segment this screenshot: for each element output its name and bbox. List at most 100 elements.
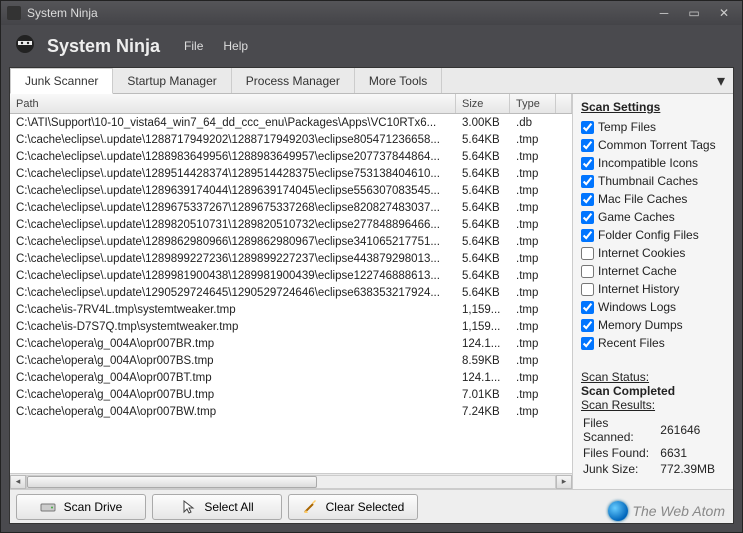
table-row[interactable]: C:\cache\is-D7S7Q.tmp\systemtweaker.tmp1… [10,318,572,335]
checkbox[interactable] [581,193,594,206]
table-row[interactable]: C:\cache\eclipse\.update\1288983649956\1… [10,148,572,165]
setting-mac-file-caches[interactable]: Mac File Caches [581,190,725,208]
setting-thumbnail-caches[interactable]: Thumbnail Caches [581,172,725,190]
cell-path: C:\cache\eclipse\.update\1290529724645\1… [10,287,456,299]
cell-type: .tmp [510,355,556,367]
pointer-icon [180,499,196,515]
scroll-thumb[interactable] [27,476,317,488]
checkbox[interactable] [581,211,594,224]
files-found-label: Files Found: [583,446,658,460]
col-path[interactable]: Path [10,94,456,113]
cell-path: C:\cache\opera\g_004A\opr007BR.tmp [10,338,456,350]
maximize-button[interactable]: ▭ [682,6,706,20]
cell-path: C:\cache\eclipse\.update\1289675337267\1… [10,202,456,214]
status-block: Scan Status: Scan Completed Scan Results… [581,370,725,478]
setting-label: Temp Files [598,120,656,134]
tab-more-tools[interactable]: More Tools [355,68,442,93]
setting-common-torrent-tags[interactable]: Common Torrent Tags [581,136,725,154]
select-all-button[interactable]: Select All [152,494,282,520]
table-row[interactable]: C:\cache\opera\g_004A\opr007BR.tmp124.1.… [10,335,572,352]
setting-windows-logs[interactable]: Windows Logs [581,298,725,316]
scroll-track[interactable] [26,475,556,489]
col-size[interactable]: Size [456,94,510,113]
cell-type: .tmp [510,253,556,265]
setting-recent-files[interactable]: Recent Files [581,334,725,352]
cell-type: .tmp [510,270,556,282]
scan-status-value: Scan Completed [581,384,725,398]
setting-internet-history[interactable]: Internet History [581,280,725,298]
cell-path: C:\cache\opera\g_004A\opr007BW.tmp [10,406,456,418]
cell-path: C:\ATI\Support\10-10_vista64_win7_64_dd_… [10,117,456,129]
tab-startup-manager[interactable]: Startup Manager [113,68,231,93]
cell-type: .db [510,117,556,129]
close-button[interactable]: ✕ [712,6,736,20]
cell-path: C:\cache\eclipse\.update\1289514428374\1… [10,168,456,180]
table-row[interactable]: C:\cache\eclipse\.update\1290529724645\1… [10,284,572,301]
horizontal-scrollbar[interactable]: ◂ ▸ [10,473,572,489]
cell-type: .tmp [510,202,556,214]
table-row[interactable]: C:\cache\eclipse\.update\1289862980966\1… [10,233,572,250]
table-row[interactable]: C:\cache\eclipse\.update\1289981900438\1… [10,267,572,284]
cell-type: .tmp [510,338,556,350]
setting-internet-cookies[interactable]: Internet Cookies [581,244,725,262]
table-row[interactable]: C:\cache\eclipse\.update\1289899227236\1… [10,250,572,267]
scan-settings-heading: Scan Settings [581,100,725,114]
scan-drive-label: Scan Drive [64,500,123,514]
checkbox[interactable] [581,175,594,188]
checkbox[interactable] [581,337,594,350]
tab-overflow-icon[interactable]: ▾ [709,68,733,93]
table-row[interactable]: C:\ATI\Support\10-10_vista64_win7_64_dd_… [10,114,572,131]
checkbox[interactable] [581,157,594,170]
table-row[interactable]: C:\cache\eclipse\.update\1289639174044\1… [10,182,572,199]
checkbox[interactable] [581,121,594,134]
table-row[interactable]: C:\cache\eclipse\.update\1289675337267\1… [10,199,572,216]
clear-selected-button[interactable]: Clear Selected [288,494,418,520]
setting-folder-config-files[interactable]: Folder Config Files [581,226,725,244]
tab-process-manager[interactable]: Process Manager [232,68,355,93]
cell-size: 5.64KB [456,253,510,265]
scroll-right-icon[interactable]: ▸ [556,475,572,489]
table-row[interactable]: C:\cache\is-7RV4L.tmp\systemtweaker.tmp1… [10,301,572,318]
setting-incompatible-icons[interactable]: Incompatible Icons [581,154,725,172]
cell-type: .tmp [510,389,556,401]
client-area: Junk Scanner Startup Manager Process Man… [9,67,734,524]
setting-label: Incompatible Icons [598,156,698,170]
menu-help[interactable]: Help [223,39,248,53]
checkbox[interactable] [581,265,594,278]
junk-size-value: 772.39MB [660,462,723,476]
scroll-left-icon[interactable]: ◂ [10,475,26,489]
drive-icon [40,499,56,515]
cell-path: C:\cache\opera\g_004A\opr007BU.tmp [10,389,456,401]
col-type[interactable]: Type [510,94,556,113]
table-row[interactable]: C:\cache\opera\g_004A\opr007BU.tmp7.01KB… [10,386,572,403]
table-row[interactable]: C:\cache\eclipse\.update\1288717949202\1… [10,131,572,148]
checkbox[interactable] [581,247,594,260]
cell-size: 124.1... [456,338,510,350]
table-row[interactable]: C:\cache\opera\g_004A\opr007BT.tmp124.1.… [10,369,572,386]
checkbox[interactable] [581,139,594,152]
minimize-button[interactable]: ─ [652,6,676,20]
setting-game-caches[interactable]: Game Caches [581,208,725,226]
cell-type: .tmp [510,304,556,316]
scan-drive-button[interactable]: Scan Drive [16,494,146,520]
app-small-icon [7,6,21,20]
table-row[interactable]: C:\cache\eclipse\.update\1289820510731\1… [10,216,572,233]
setting-label: Internet History [598,282,679,296]
window-title: System Ninja [27,6,98,20]
checkbox[interactable] [581,283,594,296]
setting-memory-dumps[interactable]: Memory Dumps [581,316,725,334]
results-grid: Path Size Type C:\ATI\Support\10-10_vist… [10,94,573,489]
setting-internet-cache[interactable]: Internet Cache [581,262,725,280]
setting-temp-files[interactable]: Temp Files [581,118,725,136]
grid-body[interactable]: C:\ATI\Support\10-10_vista64_win7_64_dd_… [10,114,572,473]
cell-path: C:\cache\eclipse\.update\1288983649956\1… [10,151,456,163]
tab-junk-scanner[interactable]: Junk Scanner [10,68,113,94]
table-row[interactable]: C:\cache\opera\g_004A\opr007BW.tmp7.24KB… [10,403,572,420]
checkbox[interactable] [581,301,594,314]
cell-path: C:\cache\eclipse\.update\1289820510731\1… [10,219,456,231]
table-row[interactable]: C:\cache\eclipse\.update\1289514428374\1… [10,165,572,182]
checkbox[interactable] [581,319,594,332]
table-row[interactable]: C:\cache\opera\g_004A\opr007BS.tmp8.59KB… [10,352,572,369]
menu-file[interactable]: File [184,39,203,53]
checkbox[interactable] [581,229,594,242]
